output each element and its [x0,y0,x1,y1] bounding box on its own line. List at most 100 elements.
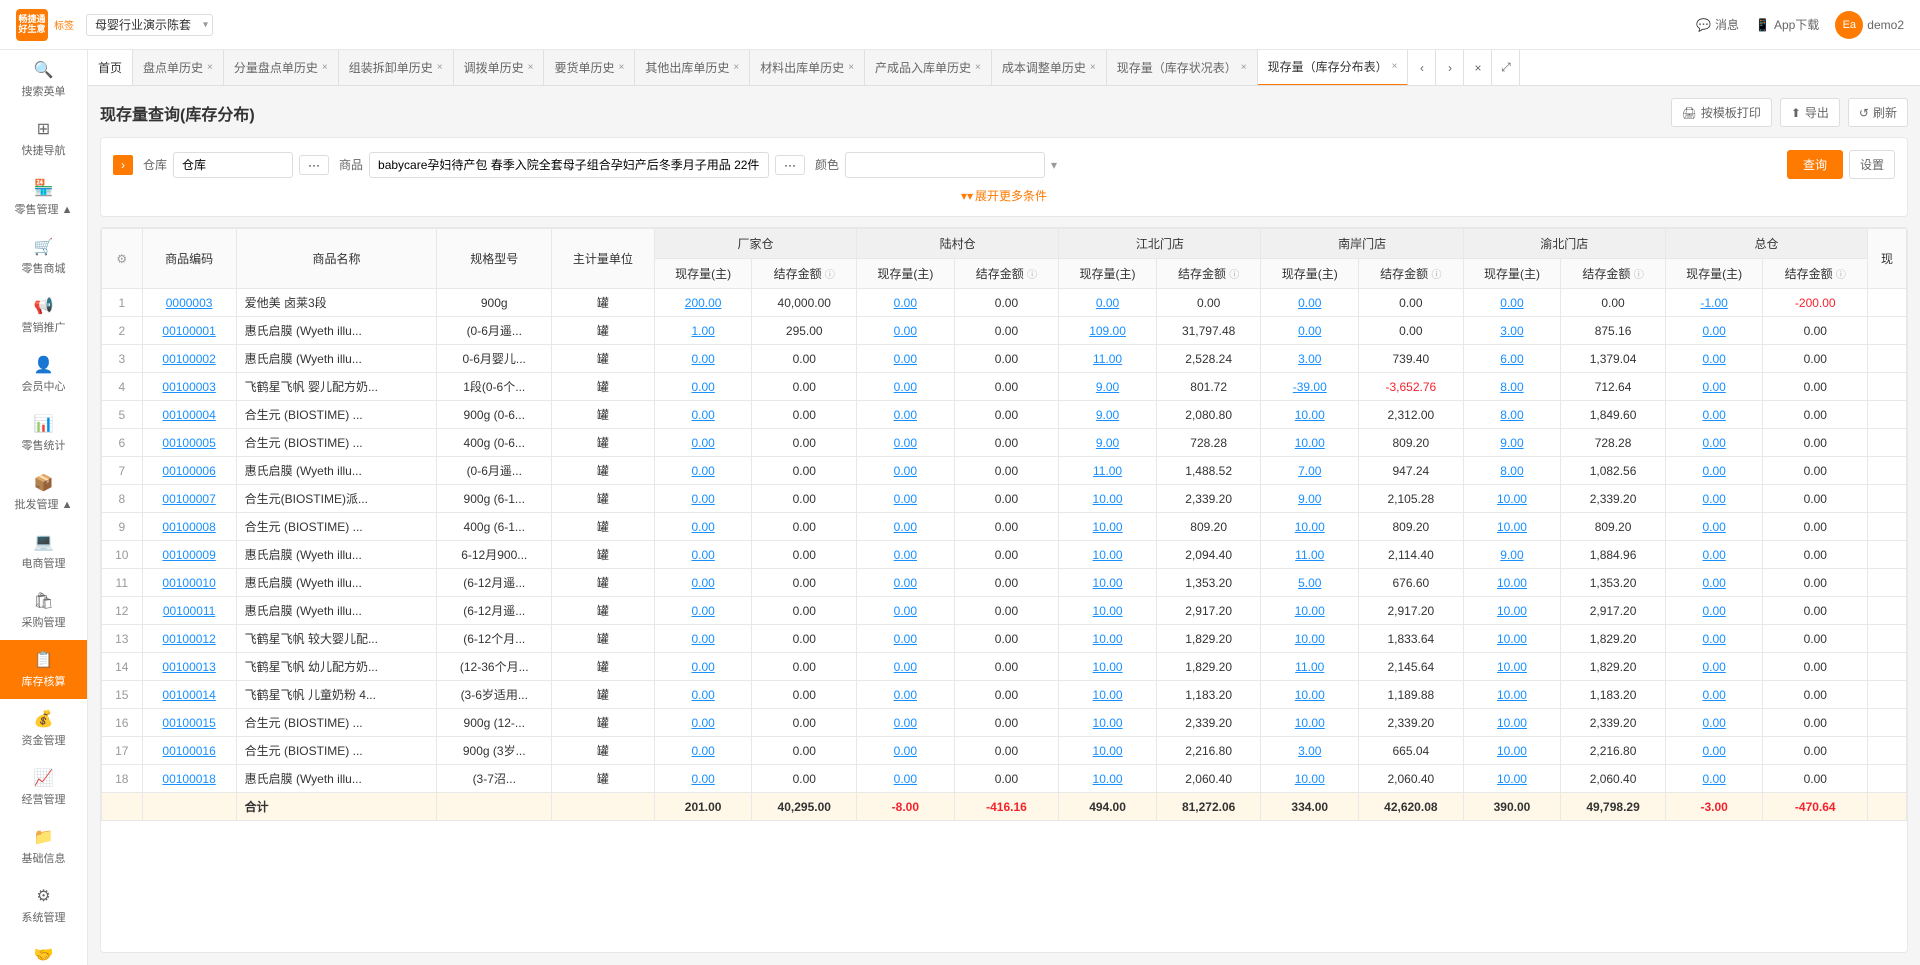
na-qty[interactable]: 7.00 [1261,457,1359,485]
tab-close-all[interactable]: × [1464,50,1492,86]
total-amt-info-icon[interactable]: ⓘ [1836,270,1846,281]
close-product-in-history[interactable]: × [975,62,981,73]
total-qty[interactable]: 0.00 [1665,513,1763,541]
sidebar-item-wholesale[interactable]: 📦 批发管理 ▲ [0,463,87,522]
yb-qty[interactable]: 10.00 [1463,625,1561,653]
sidebar-item-retail-stats[interactable]: 📊 零售统计 [0,404,87,463]
cj-qty[interactable]: 0.00 [654,541,752,569]
cj-qty[interactable]: 1.00 [654,317,752,345]
tab-requisition-history[interactable]: 要货单历史 × [544,50,635,86]
setting-button[interactable]: 设置 [1849,150,1895,179]
tab-assemble-history[interactable]: 组装拆卸单历史 × [339,50,454,86]
close-other-out-history[interactable]: × [733,62,739,73]
yb-qty[interactable]: 8.00 [1463,457,1561,485]
total-qty[interactable]: 0.00 [1665,373,1763,401]
jb-qty[interactable]: 10.00 [1059,513,1157,541]
lc-qty[interactable]: 0.00 [857,373,955,401]
cj-qty[interactable]: 0.00 [654,345,752,373]
product-code[interactable]: 00100011 [142,597,236,625]
lc-qty[interactable]: 0.00 [857,569,955,597]
close-requisition-history[interactable]: × [618,62,624,73]
yb-qty[interactable]: 10.00 [1463,569,1561,597]
total-qty[interactable]: 0.00 [1665,709,1763,737]
lc-qty[interactable]: 0.00 [857,597,955,625]
total-qty[interactable]: 0.00 [1665,681,1763,709]
cj-qty[interactable]: 0.00 [654,401,752,429]
warehouse-dots-btn[interactable]: ··· [299,155,329,175]
cj-qty[interactable]: 0.00 [654,597,752,625]
total-qty[interactable]: 0.00 [1665,317,1763,345]
tab-other-out-history[interactable]: 其他出库单历史 × [635,50,750,86]
total-qty[interactable]: -1.00 [1665,289,1763,317]
na-qty[interactable]: 0.00 [1261,317,1359,345]
na-qty[interactable]: 9.00 [1261,485,1359,513]
cj-qty[interactable]: 0.00 [654,765,752,793]
product-code[interactable]: 00100009 [142,541,236,569]
na-qty[interactable]: 10.00 [1261,513,1359,541]
yb-qty[interactable]: 8.00 [1463,401,1561,429]
jb-qty[interactable]: 9.00 [1059,429,1157,457]
close-material-out-history[interactable]: × [848,62,854,73]
jb-qty[interactable]: 10.00 [1059,597,1157,625]
na-qty[interactable]: 10.00 [1261,765,1359,793]
tab-quantity-history[interactable]: 分量盘点单历史 × [224,50,339,86]
cj-qty[interactable]: 0.00 [654,709,752,737]
jb-qty[interactable]: 10.00 [1059,653,1157,681]
gear-icon[interactable]: ⚙ [116,252,127,266]
jb-qty[interactable]: 10.00 [1059,541,1157,569]
na-amt-info-icon[interactable]: ⓘ [1432,270,1442,281]
yb-qty[interactable]: 6.00 [1463,345,1561,373]
yb-qty[interactable]: 10.00 [1463,485,1561,513]
jb-qty[interactable]: 10.00 [1059,737,1157,765]
jb-qty[interactable]: 109.00 [1059,317,1157,345]
color-input[interactable] [845,152,1045,178]
close-transfer-history[interactable]: × [528,62,534,73]
cj-qty[interactable]: 0.00 [654,373,752,401]
total-qty[interactable]: 0.00 [1665,653,1763,681]
jb-qty[interactable]: 11.00 [1059,457,1157,485]
lc-qty[interactable]: 0.00 [857,765,955,793]
jb-qty[interactable]: 9.00 [1059,401,1157,429]
close-assemble-history[interactable]: × [437,62,443,73]
cj-qty[interactable]: 0.00 [654,457,752,485]
product-code[interactable]: 00100014 [142,681,236,709]
sidebar-item-ecommerce[interactable]: 💻 电商管理 [0,522,87,581]
user-area[interactable]: Ea demo2 [1835,11,1904,39]
close-stock-status[interactable]: × [1241,62,1247,73]
sidebar-item-system[interactable]: ⚙ 系统管理 [0,876,87,935]
lc-qty[interactable]: 0.00 [857,653,955,681]
cj-qty[interactable]: 200.00 [654,289,752,317]
lc-qty[interactable]: 0.00 [857,401,955,429]
lc-qty[interactable]: 0.00 [857,709,955,737]
lc-qty[interactable]: 0.00 [857,513,955,541]
print-button[interactable]: 🖨 按模板打印 [1671,98,1772,127]
total-qty[interactable]: 0.00 [1665,625,1763,653]
jb-qty[interactable]: 10.00 [1059,485,1157,513]
lc-amt-info-icon[interactable]: ⓘ [1027,270,1037,281]
na-qty[interactable]: 0.00 [1261,289,1359,317]
close-stock-dist[interactable]: × [1392,61,1398,72]
tab-expand[interactable]: ⤢ [1492,50,1520,86]
lc-qty[interactable]: 0.00 [857,289,955,317]
jb-qty[interactable]: 10.00 [1059,625,1157,653]
total-qty[interactable]: 0.00 [1665,737,1763,765]
na-qty[interactable]: 10.00 [1261,597,1359,625]
close-stocktake-history[interactable]: × [207,62,213,73]
sidebar-item-finance[interactable]: 💰 资金管理 [0,699,87,758]
na-qty[interactable]: 10.00 [1261,429,1359,457]
product-code[interactable]: 00100007 [142,485,236,513]
sidebar-item-collab[interactable]: 🤝 企业协同 [0,935,87,965]
product-code[interactable]: 0000003 [142,289,236,317]
na-qty[interactable]: -39.00 [1261,373,1359,401]
filter-toggle-btn[interactable]: › [113,155,133,175]
tab-product-in-history[interactable]: 产成品入库单历史 × [865,50,992,86]
total-qty[interactable]: 0.00 [1665,345,1763,373]
product-code[interactable]: 00100015 [142,709,236,737]
store-select[interactable]: 母婴行业演示陈套 [86,14,213,36]
jb-qty[interactable]: 11.00 [1059,345,1157,373]
store-select-wrap[interactable]: 母婴行业演示陈套 [86,14,213,36]
tab-stock-dist[interactable]: 现存量（库存分布表） × [1258,50,1409,86]
total-qty[interactable]: 0.00 [1665,457,1763,485]
yb-qty[interactable]: 10.00 [1463,513,1561,541]
cj-qty[interactable]: 0.00 [654,625,752,653]
